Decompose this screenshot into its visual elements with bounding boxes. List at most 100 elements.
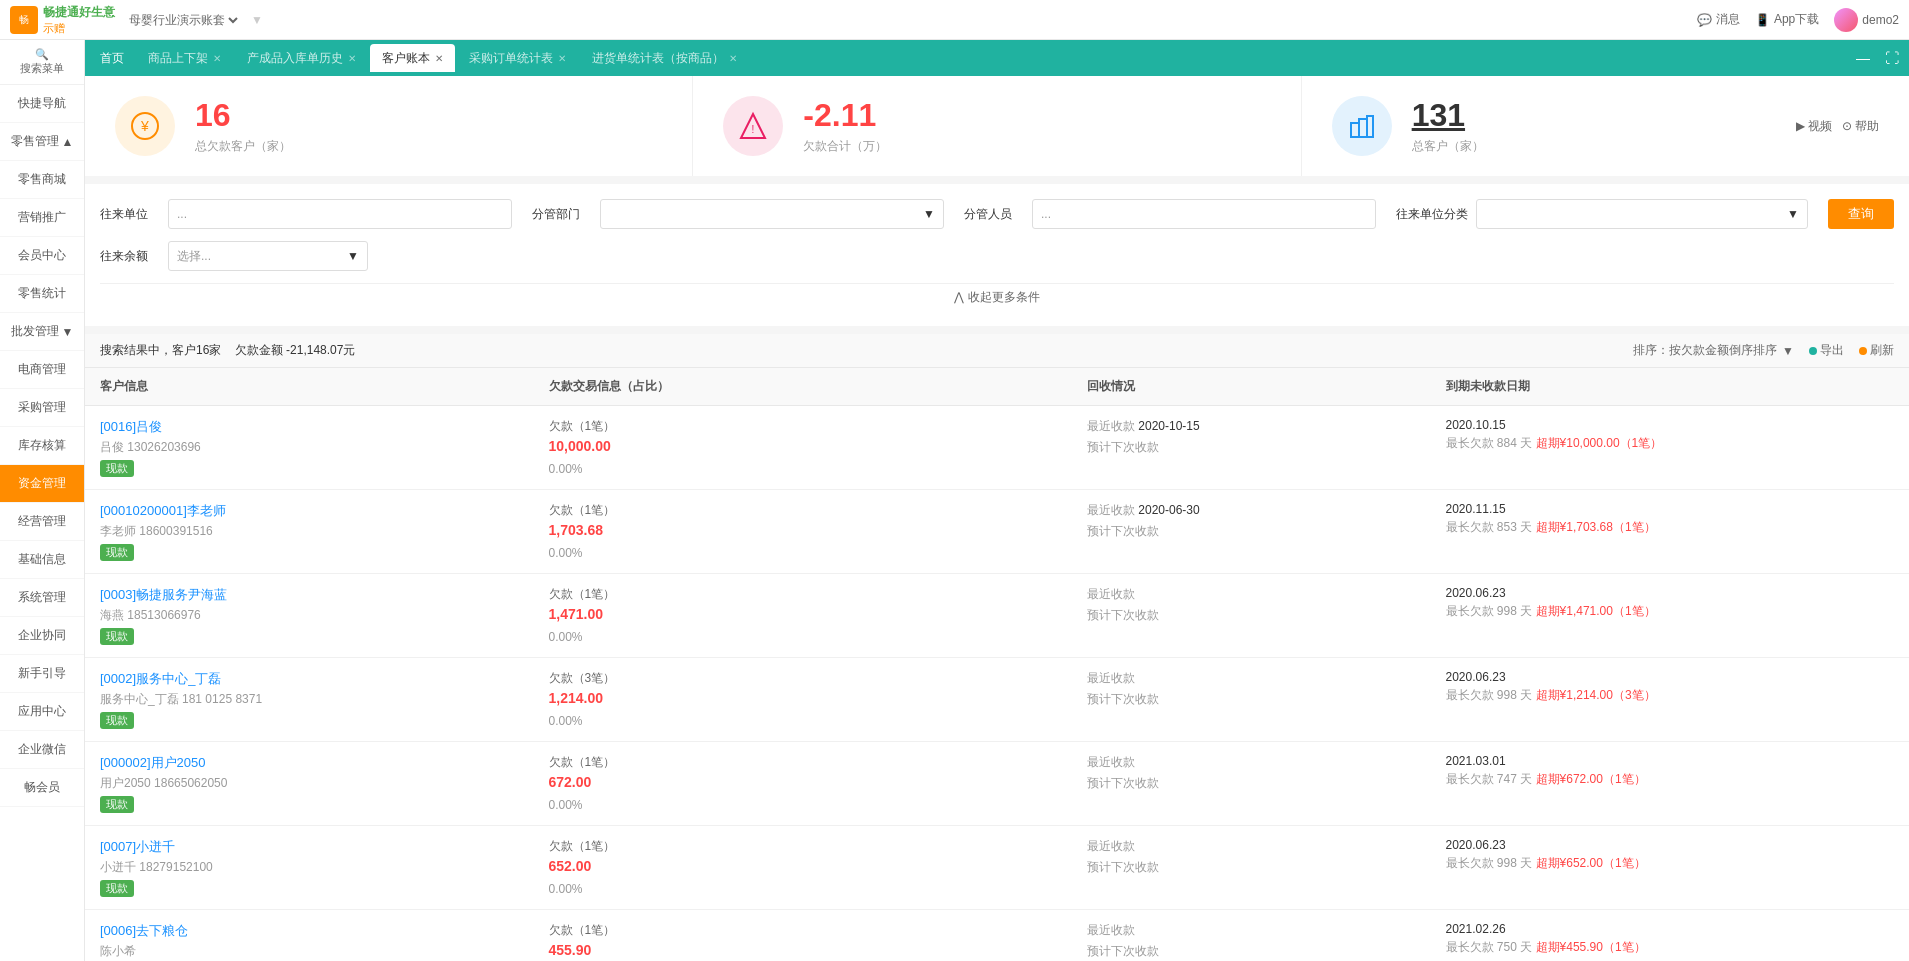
customer-tag-3: 现款 [100,712,134,729]
recovery-date-0: 2020-10-15 [1138,419,1199,433]
result-actions: 排序：按欠款金额倒序排序 ▼ 导出 刷新 [1633,342,1894,359]
store-selector[interactable]: 母婴行业演示账套 [125,12,241,28]
view-help-area: ▶ 视频 ⊙ 帮助 [1796,118,1879,135]
customer-name-4[interactable]: [000002]用户2050 [100,754,549,772]
overdue-date-5: 2020.06.23 [1446,838,1895,852]
debt-count-6: 欠款（1笔） [549,922,1087,939]
overdue-amount-5[interactable]: 超期¥652.00（1笔） [1536,856,1646,870]
tab-import-stats[interactable]: 进货单统计表（按商品） ✕ [580,44,749,72]
tab-bar: 首页 商品上下架 ✕ 产成品入库单历史 ✕ 客户账本 ✕ 采购订单统计表 ✕ 进… [85,40,1909,76]
source-unit-input[interactable]: ... [168,199,512,229]
balance-select[interactable]: 选择... ▼ [168,241,368,271]
user-menu[interactable]: demo2 [1834,8,1899,32]
tab-production-close[interactable]: ✕ [348,53,356,64]
message-button[interactable]: 💬 消息 [1697,11,1740,28]
recovery-next-5: 预计下次收款 [1087,859,1446,876]
sidebar-item-finance[interactable]: 资金管理 [0,465,84,503]
person-input[interactable]: ... [1032,199,1376,229]
tab-import-close[interactable]: ✕ [729,53,737,64]
download-button[interactable]: 📱 App下载 [1755,11,1819,28]
debt-amount-2[interactable]: 1,471.00 [549,606,1087,622]
tab-products-off[interactable]: 商品上下架 ✕ [136,44,233,72]
debt-amount-6[interactable]: 455.90 [549,942,1087,958]
collapse-button[interactable]: ⋀ 收起更多条件 [100,283,1894,311]
sidebar-item-inventory[interactable]: 库存核算 [0,427,84,465]
overdue-amount-4[interactable]: 超期¥672.00（1笔） [1536,772,1646,786]
recovery-label-0: 最近收款 [1087,419,1135,433]
tab-home[interactable]: 首页 [90,44,134,72]
sidebar-item-member[interactable]: 会员中心 [0,237,84,275]
overdue-amount-1[interactable]: 超期¥1,703.68（1笔） [1536,520,1656,534]
tab-purchase-close[interactable]: ✕ [558,53,566,64]
overdue-amount-2[interactable]: 超期¥1,471.00（1笔） [1536,604,1656,618]
stat-customers-info: 131 总客户（家） [1412,97,1484,155]
sidebar-label-purchase: 采购管理 [18,400,66,414]
debt-amount-4[interactable]: 672.00 [549,774,1087,790]
tab-maximize-btn[interactable]: ⛶ [1880,48,1904,68]
refresh-icon [1859,347,1867,355]
filter-person: 分管人员 ... [964,199,1376,229]
debt-amount-0[interactable]: 10,000.00 [549,438,1087,454]
overdue-amount-6[interactable]: 超期¥455.90（1笔） [1536,940,1646,954]
avatar [1834,8,1858,32]
tab-purchase-stats[interactable]: 采购订单统计表 ✕ [457,44,578,72]
sort-selector[interactable]: 排序：按欠款金额倒序排序 ▼ [1633,342,1794,359]
export-button[interactable]: 导出 [1809,342,1844,359]
sidebar-item-ecommerce[interactable]: 电商管理 [0,351,84,389]
customer-name-2[interactable]: [0003]畅捷服务尹海蓝 [100,586,549,604]
overdue-amount-3[interactable]: 超期¥1,214.00（3笔） [1536,688,1656,702]
tab-production-history[interactable]: 产成品入库单历史 ✕ [235,44,368,72]
tab-minimize-btn[interactable]: — [1851,48,1875,68]
sidebar-search[interactable]: 🔍 搜索菜单 [0,40,84,85]
customer-name-5[interactable]: [0007]小迸千 [100,838,549,856]
tab-customer-close[interactable]: ✕ [435,53,443,64]
stat-debtors-number: 16 [195,97,291,134]
debt-amount-5[interactable]: 652.00 [549,858,1087,874]
recovery-next-2: 预计下次收款 [1087,607,1446,624]
tab-products-off-close[interactable]: ✕ [213,53,221,64]
customer-tag-1: 现款 [100,544,134,561]
sidebar-item-operations[interactable]: 经营管理 [0,503,84,541]
person-label: 分管人员 [964,206,1024,223]
stat-debt-total-label: 欠款合计（万） [803,138,887,155]
dept-chevron: ▼ [923,207,935,221]
customer-phone-6: 陈小希 [100,943,549,960]
tab-purchase-label: 采购订单统计表 [469,50,553,67]
customer-name-0[interactable]: [0016]吕俊 [100,418,549,436]
debt-amount-3[interactable]: 1,214.00 [549,690,1087,706]
unit-class-select[interactable]: ▼ [1476,199,1808,229]
col-header-debt: 欠款交易信息（占比） [549,378,1087,395]
customer-name-6[interactable]: [0006]去下粮仓 [100,922,549,940]
view-video-btn[interactable]: ▶ 视频 [1796,118,1832,135]
overdue-amount-0[interactable]: 超期¥10,000.00（1笔） [1536,436,1663,450]
overdue-days-3: 最长欠款 998 天 超期¥1,214.00（3笔） [1446,687,1895,704]
sidebar-item-basic[interactable]: 基础信息 [0,541,84,579]
sidebar-item-guide[interactable]: 新手引导 [0,655,84,693]
filter-source-unit: 往来单位 ... [100,199,512,229]
sidebar-item-retail-stats[interactable]: 零售统计 [0,275,84,313]
search-button[interactable]: 查询 [1828,199,1894,229]
sidebar-item-system[interactable]: 系统管理 [0,579,84,617]
debt-amount-1[interactable]: 1,703.68 [549,522,1087,538]
sidebar-item-vip[interactable]: 畅会员 [0,769,84,807]
tab-customer-account[interactable]: 客户账本 ✕ [370,44,455,72]
customer-name-3[interactable]: [0002]服务中心_丁磊 [100,670,549,688]
sidebar-item-quick-nav[interactable]: 快捷导航 [0,85,84,123]
sidebar-item-marketing[interactable]: 营销推广 [0,199,84,237]
dept-select[interactable]: ▼ [600,199,944,229]
customer-name-1[interactable]: [00010200001]李老师 [100,502,549,520]
stat-debtors-info: 16 总欠款客户（家） [195,97,291,155]
sidebar-item-apps[interactable]: 应用中心 [0,693,84,731]
view-help-btn[interactable]: ⊙ 帮助 [1842,118,1879,135]
sidebar-item-purchase[interactable]: 采购管理 [0,389,84,427]
overdue-info-2: 2020.06.23 最长欠款 998 天 超期¥1,471.00（1笔） [1446,586,1895,620]
sidebar-item-retail-mgmt[interactable]: 零售管理 ▲ [0,123,84,161]
refresh-button[interactable]: 刷新 [1859,342,1894,359]
sidebar-item-retail-store[interactable]: 零售商城 [0,161,84,199]
overdue-date-1: 2020.11.15 [1446,502,1895,516]
recovery-label-4: 最近收款 [1087,755,1135,769]
sidebar-item-wechat[interactable]: 企业微信 [0,731,84,769]
sidebar-item-enterprise[interactable]: 企业协同 [0,617,84,655]
sidebar-item-batch-mgmt[interactable]: 批发管理 ▼ [0,313,84,351]
balance-placeholder: 选择... [177,248,211,265]
